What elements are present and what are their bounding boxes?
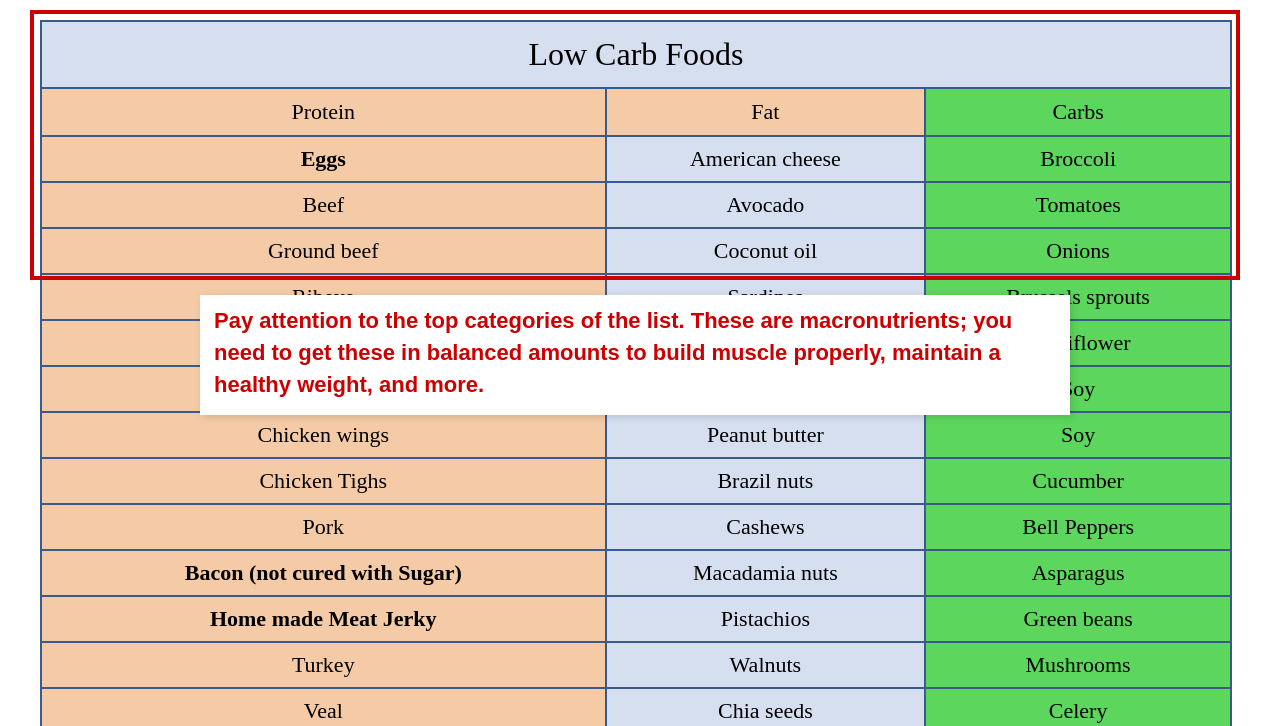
carbs-cell: Green beans [925, 596, 1231, 642]
carbs-cell: Onions [925, 228, 1231, 274]
carbs-header: Carbs [925, 88, 1231, 136]
protein-cell: Beef [41, 182, 606, 228]
carbs-cell: Asparagus [925, 550, 1231, 596]
table-title: Low Carb Foods [41, 21, 1231, 88]
fat-cell: Coconut oil [606, 228, 926, 274]
page-wrapper: Low Carb Foods Protein Fat Carbs EggsAme… [0, 0, 1272, 726]
callout-box: Pay attention to the top categories of t… [200, 295, 1070, 415]
protein-cell: Home made Meat Jerky [41, 596, 606, 642]
fat-cell: Cashews [606, 504, 926, 550]
fat-cell: American cheese [606, 136, 926, 182]
header-row: Protein Fat Carbs [41, 88, 1231, 136]
protein-cell: Ground beef [41, 228, 606, 274]
carbs-cell: Celery [925, 688, 1231, 726]
carbs-cell: Broccoli [925, 136, 1231, 182]
table-row: EggsAmerican cheeseBroccoli [41, 136, 1231, 182]
protein-cell: Chicken wings [41, 412, 606, 458]
fat-cell: Pistachios [606, 596, 926, 642]
table-row: Bacon (not cured with Sugar)Macadamia nu… [41, 550, 1231, 596]
protein-cell: Bacon (not cured with Sugar) [41, 550, 606, 596]
protein-cell: Veal [41, 688, 606, 726]
fat-cell: Brazil nuts [606, 458, 926, 504]
table-row: PorkCashewsBell Peppers [41, 504, 1231, 550]
protein-cell: Eggs [41, 136, 606, 182]
carbs-cell: Mushrooms [925, 642, 1231, 688]
table-row: Chicken wingsPeanut butterSoy [41, 412, 1231, 458]
title-row: Low Carb Foods [41, 21, 1231, 88]
fat-cell: Walnuts [606, 642, 926, 688]
fat-header: Fat [606, 88, 926, 136]
table-row: Home made Meat JerkyPistachiosGreen bean… [41, 596, 1231, 642]
protein-header: Protein [41, 88, 606, 136]
table-row: VealChia seedsCelery [41, 688, 1231, 726]
fat-cell: Avocado [606, 182, 926, 228]
table-row: Ground beefCoconut oilOnions [41, 228, 1231, 274]
protein-cell: Pork [41, 504, 606, 550]
carbs-cell: Cucumber [925, 458, 1231, 504]
fat-cell: Peanut butter [606, 412, 926, 458]
table-row: Chicken TighsBrazil nutsCucumber [41, 458, 1231, 504]
carbs-cell: Tomatoes [925, 182, 1231, 228]
protein-cell: Turkey [41, 642, 606, 688]
carbs-cell: Soy [925, 412, 1231, 458]
callout-text: Pay attention to the top categories of t… [214, 305, 1056, 401]
fat-cell: Chia seeds [606, 688, 926, 726]
fat-cell: Macadamia nuts [606, 550, 926, 596]
table-row: TurkeyWalnutsMushrooms [41, 642, 1231, 688]
table-row: BeefAvocadoTomatoes [41, 182, 1231, 228]
protein-cell: Chicken Tighs [41, 458, 606, 504]
carbs-cell: Bell Peppers [925, 504, 1231, 550]
